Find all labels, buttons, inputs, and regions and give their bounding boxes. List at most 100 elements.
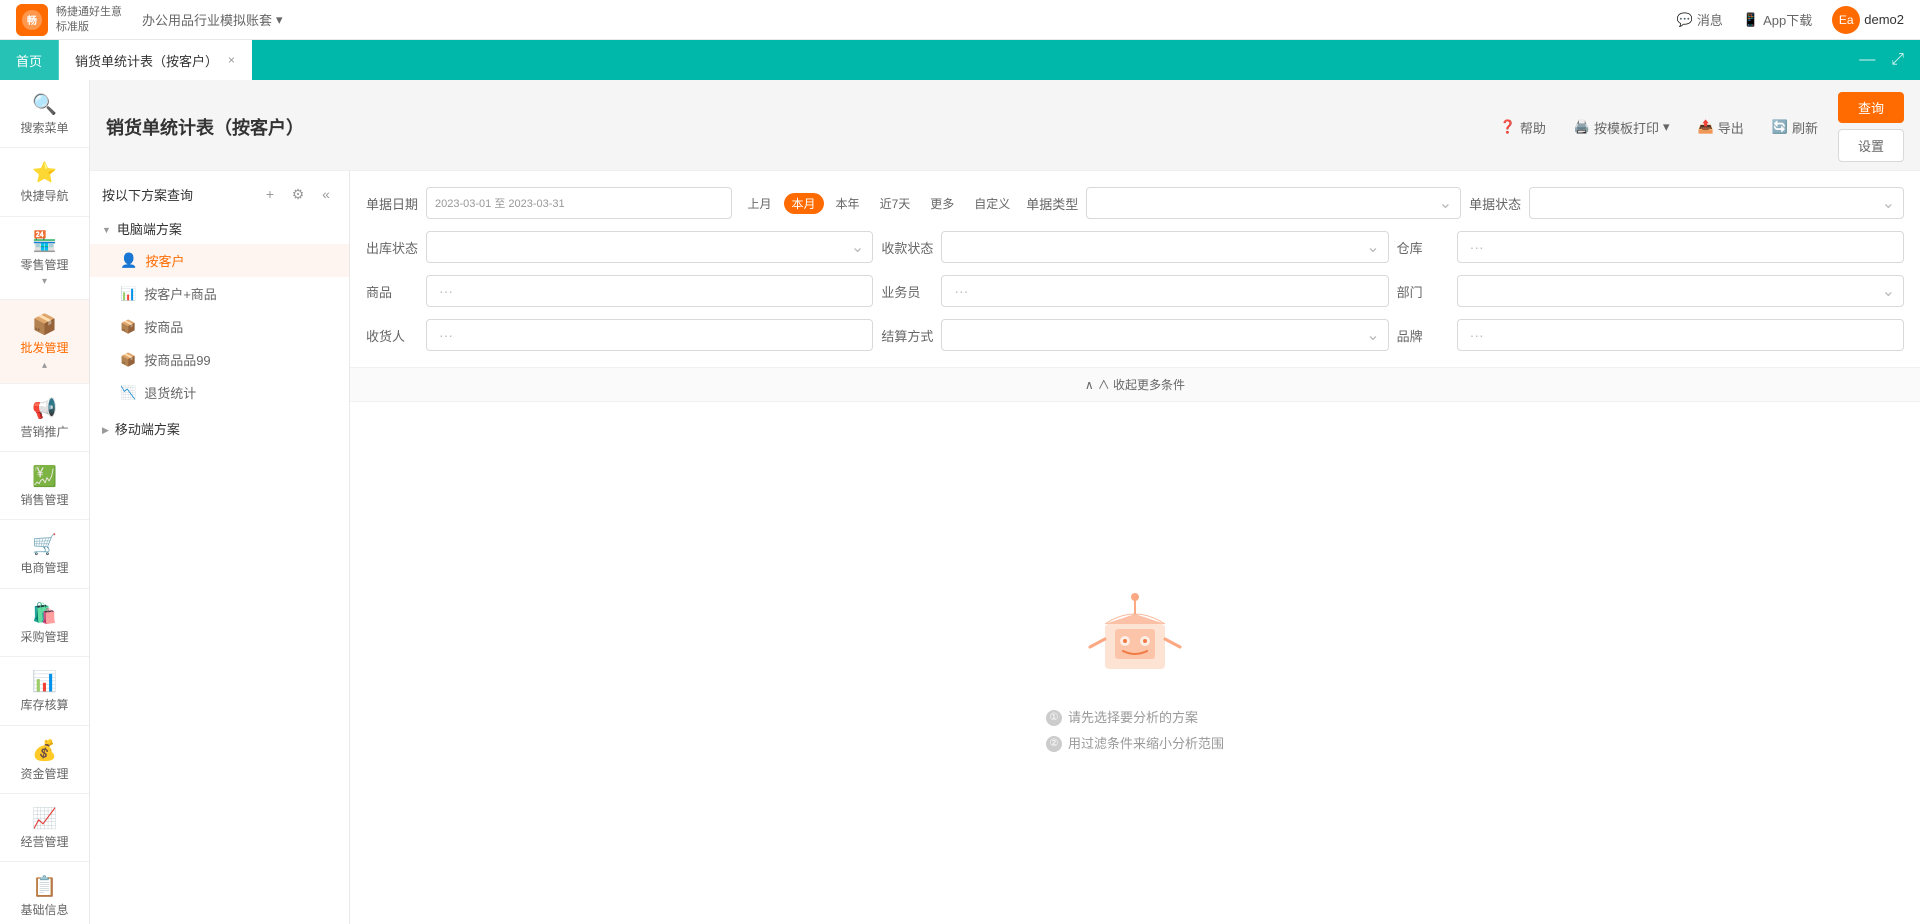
- finance-icon: 💰: [32, 738, 57, 763]
- filter-field-date: 单据日期 2023-03-01 至 2023-03-31 上月 本月 本年 近7…: [366, 187, 1018, 219]
- return-icon: 📉: [120, 385, 136, 401]
- shortcut-last-month[interactable]: 上月: [740, 193, 780, 214]
- doc-type-select[interactable]: [1086, 187, 1461, 219]
- scheme-group-desktop: 电脑端方案 👤 按客户 📊 按客户+商品 📦 按商品: [90, 213, 349, 409]
- scheme-item-by-customer[interactable]: 👤 按客户: [90, 244, 349, 277]
- filter-row-3: 商品 ··· 业务员 ··· 部门: [366, 275, 1904, 307]
- scheme-group-header-mobile[interactable]: 移动端方案: [90, 413, 349, 444]
- scheme-group-header-desktop[interactable]: 电脑端方案: [90, 213, 349, 244]
- print-icon: 🖨️: [1574, 119, 1590, 135]
- shortcut-this-month[interactable]: 本月: [784, 193, 824, 214]
- sidebar-item-ecommerce[interactable]: 🛒 电商管理: [0, 520, 89, 588]
- sidebar-item-retail[interactable]: 🏪 零售管理 ▾: [0, 217, 89, 300]
- page-title: 销货单统计表（按客户）: [106, 114, 304, 140]
- filter-row-2: 出库状态 收款状态: [366, 231, 1904, 263]
- message-icon: 💬: [1677, 12, 1693, 28]
- chevron-down-icon: [1882, 193, 1895, 213]
- refresh-button[interactable]: 🔄 刷新: [1764, 114, 1826, 141]
- delivery-status-select[interactable]: [426, 231, 873, 263]
- sidebar-item-wholesale[interactable]: 📦 批发管理 ▴: [0, 300, 89, 383]
- tab-active[interactable]: 销货单统计表（按客户） ×: [59, 40, 252, 80]
- scheme-settings-button[interactable]: ⚙: [287, 183, 309, 205]
- shortcut-this-year[interactable]: 本年: [828, 193, 868, 214]
- help-icon: ❓: [1500, 119, 1516, 135]
- logo-area: 畅 畅捷通好生意 标准版: [16, 4, 122, 36]
- filter-field-product: 商品 ···: [366, 275, 873, 307]
- warehouse-input[interactable]: ···: [1457, 231, 1904, 263]
- sidebar-item-basic[interactable]: 📋 基础信息: [0, 862, 89, 924]
- filter-form: 单据日期 2023-03-01 至 2023-03-31 上月 本月 本年 近7…: [350, 171, 1920, 368]
- ecommerce-icon: 🛒: [32, 532, 57, 557]
- sidebar-item-marketing[interactable]: 📢 营销推广: [0, 384, 89, 452]
- sidebar-item-purchase[interactable]: 🛍️ 采购管理: [0, 589, 89, 657]
- help-button[interactable]: ❓ 帮助: [1492, 114, 1554, 141]
- chevron-down-icon: ▾: [276, 12, 283, 28]
- tab-maximize-icon[interactable]: ⤢: [1887, 47, 1908, 73]
- doc-status-select[interactable]: [1529, 187, 1904, 219]
- sidebar-item-sales[interactable]: 💹 销售管理: [0, 452, 89, 520]
- scheme-panel-header: 按以下方案查询 + ⚙ «: [90, 179, 349, 213]
- query-button[interactable]: 查询: [1838, 92, 1904, 123]
- sidebar-item-inventory[interactable]: 📊 库存核算: [0, 657, 89, 725]
- chevron-down-icon: [1882, 281, 1895, 301]
- export-button[interactable]: 📤 导出: [1690, 114, 1752, 141]
- shortcut-more[interactable]: 更多: [922, 193, 962, 214]
- app-download-action[interactable]: 📱 App下载: [1743, 10, 1812, 29]
- more-icon: ···: [1470, 239, 1484, 255]
- chevron-down-icon: ▾: [42, 276, 47, 287]
- filter-row-4: 收货人 ··· 结算方式: [366, 319, 1904, 351]
- scheme-item-customer-product[interactable]: 📊 按客户+商品: [90, 277, 349, 310]
- sidebar-item-finance[interactable]: 💰 资金管理: [0, 726, 89, 794]
- add-scheme-button[interactable]: +: [259, 183, 281, 205]
- settings-button[interactable]: 设置: [1838, 129, 1904, 162]
- sidebar-item-search[interactable]: 🔍 搜索菜单: [0, 80, 89, 148]
- tip-1: ① 请先选择要分析的方案: [1046, 705, 1224, 731]
- header-left: 畅 畅捷通好生意 标准版 办公用品行业模拟账套 ▾: [16, 4, 291, 36]
- shortcut-7days[interactable]: 近7天: [872, 193, 919, 214]
- collapse-scheme-button[interactable]: «: [315, 183, 337, 205]
- tab-home[interactable]: 首页: [0, 40, 59, 80]
- collapse-bar[interactable]: ∧ ∧ 收起更多条件: [350, 368, 1920, 402]
- user-profile[interactable]: Ea demo2: [1832, 6, 1904, 34]
- message-action[interactable]: 💬 消息: [1677, 10, 1723, 29]
- main-layout: 🔍 搜索菜单 ⭐ 快捷导航 🏪 零售管理 ▾ 📦 批发管理 ▴ 📢 营销推广 💹…: [0, 80, 1920, 924]
- app-selector[interactable]: 办公用品行业模拟账套 ▾: [134, 6, 291, 33]
- logo-icon: 畅: [16, 4, 48, 36]
- tab-restore-icon[interactable]: —: [1855, 47, 1879, 73]
- department-select[interactable]: [1457, 275, 1904, 307]
- scheme-actions: + ⚙ «: [259, 183, 337, 205]
- date-range-input[interactable]: 2023-03-01 至 2023-03-31: [426, 187, 732, 219]
- chevron-down-icon: ▾: [1663, 119, 1670, 135]
- star-icon: ⭐: [32, 160, 57, 185]
- chart-icon: 📊: [120, 286, 136, 302]
- product-input[interactable]: ···: [426, 275, 873, 307]
- page-content: 按以下方案查询 + ⚙ « 电脑端方案 👤 按客户: [90, 171, 1920, 924]
- tab-bar: 首页 销货单统计表（按客户） × — ⤢: [0, 40, 1920, 80]
- chevron-down-icon: [1439, 193, 1452, 213]
- shortcut-custom[interactable]: 自定义: [966, 193, 1018, 214]
- filter-field-doc-status: 单据状态: [1469, 187, 1904, 219]
- page-title-bar: 销货单统计表（按客户） ❓ 帮助 🖨️ 按模板打印 ▾ 📤 导出 🔄 刷新: [90, 80, 1920, 171]
- scheme-item-by-product[interactable]: 📦 按商品: [90, 310, 349, 343]
- scheme-item-by-product-99[interactable]: 📦 按商品品99: [90, 343, 349, 376]
- scheme-item-return-stats[interactable]: 📉 退货统计: [90, 376, 349, 409]
- settlement-select[interactable]: [941, 319, 1388, 351]
- sidebar-item-quick-nav[interactable]: ⭐ 快捷导航: [0, 148, 89, 216]
- template-print-button[interactable]: 🖨️ 按模板打印 ▾: [1566, 114, 1678, 141]
- recipient-input[interactable]: ···: [426, 319, 873, 351]
- brand-input[interactable]: ···: [1457, 319, 1904, 351]
- tab-close-icon[interactable]: ×: [228, 53, 235, 67]
- empty-state: ① 请先选择要分析的方案 ② 用过滤条件来缩小分析范围: [350, 402, 1920, 924]
- filter-field-delivery: 出库状态: [366, 231, 873, 263]
- salesperson-input[interactable]: ···: [941, 275, 1388, 307]
- more-icon: ···: [439, 283, 453, 299]
- chevron-up-icon: ▴: [42, 360, 47, 371]
- svg-text:畅: 畅: [27, 14, 37, 27]
- filter-field-salesperson: 业务员 ···: [881, 275, 1388, 307]
- sidebar-item-operations[interactable]: 📈 经营管理: [0, 794, 89, 862]
- tab-bar-actions: — ⤢: [1855, 47, 1920, 73]
- more-icon: ···: [439, 327, 453, 343]
- payment-status-select[interactable]: [941, 231, 1388, 263]
- chevron-down-icon: [851, 237, 864, 257]
- filter-field-recipient: 收货人 ···: [366, 319, 873, 351]
